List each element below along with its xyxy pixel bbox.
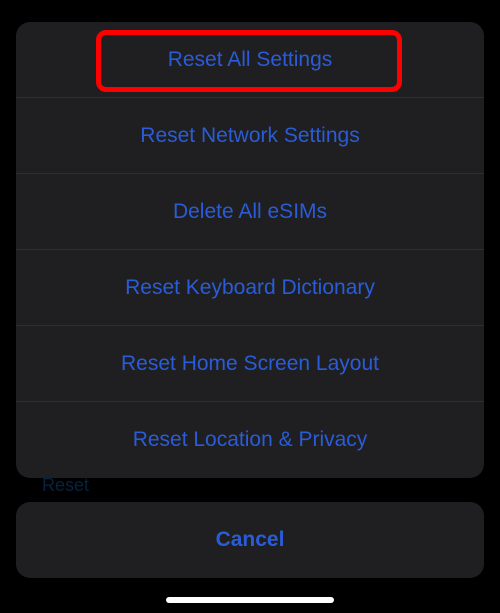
background-reset-text: Reset xyxy=(42,475,89,496)
reset-keyboard-dictionary-label: Reset Keyboard Dictionary xyxy=(125,276,375,300)
reset-all-settings-label: Reset All Settings xyxy=(168,48,333,72)
cancel-button[interactable]: Cancel xyxy=(16,502,484,578)
reset-location-privacy-label: Reset Location & Privacy xyxy=(133,428,368,452)
home-indicator[interactable] xyxy=(166,597,334,603)
reset-all-settings-item[interactable]: Reset All Settings xyxy=(16,22,484,98)
delete-all-esims-item[interactable]: Delete All eSIMs xyxy=(16,174,484,250)
delete-all-esims-label: Delete All eSIMs xyxy=(173,200,327,224)
reset-location-privacy-item[interactable]: Reset Location & Privacy xyxy=(16,402,484,478)
reset-home-screen-layout-label: Reset Home Screen Layout xyxy=(121,352,379,376)
reset-action-sheet: Reset All Settings Reset Network Setting… xyxy=(16,22,484,478)
cancel-button-label: Cancel xyxy=(216,528,285,552)
reset-home-screen-layout-item[interactable]: Reset Home Screen Layout xyxy=(16,326,484,402)
reset-keyboard-dictionary-item[interactable]: Reset Keyboard Dictionary xyxy=(16,250,484,326)
reset-network-settings-label: Reset Network Settings xyxy=(140,124,359,148)
reset-network-settings-item[interactable]: Reset Network Settings xyxy=(16,98,484,174)
